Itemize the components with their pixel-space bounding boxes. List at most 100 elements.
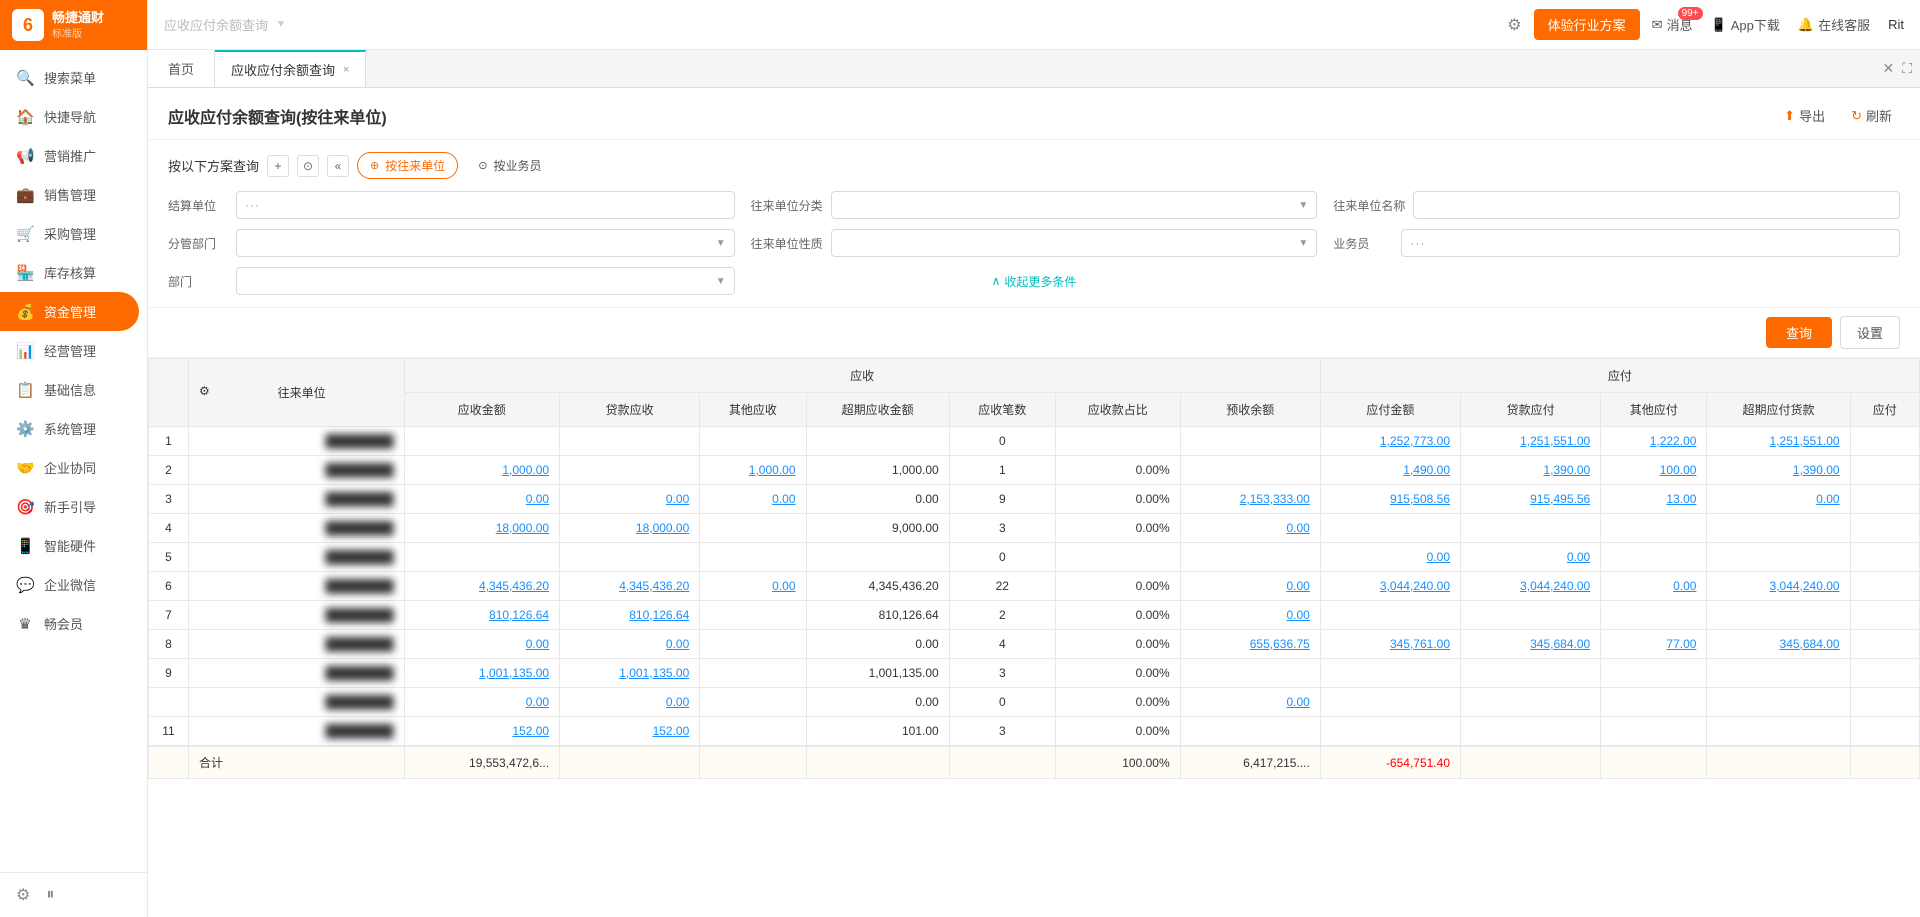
sidebar-item-wechat[interactable]: 💬 企业微信 bbox=[0, 565, 147, 604]
data-table: ⚙ 往来单位 应收 应付 应收金额 贷款应收 其他应收 超期应收金额 应收笔数 … bbox=[148, 358, 1920, 779]
sidebar-item-system[interactable]: ⚙️ 系统管理 bbox=[0, 409, 147, 448]
sidebar-item-label: 资金管理 bbox=[44, 302, 96, 321]
download-icon: 📱 bbox=[1711, 17, 1727, 33]
partner-name-label: 往来单位名称 bbox=[1333, 197, 1405, 214]
sidebar-logo: 6 畅捷通财 标准版 bbox=[0, 0, 147, 50]
nature-label: 往来单位性质 bbox=[751, 235, 823, 252]
partner-name-input[interactable] bbox=[1413, 191, 1900, 219]
scheme-collapse-button[interactable]: « bbox=[327, 155, 349, 177]
collapse-more-conditions-button[interactable]: ∧ 收起更多条件 bbox=[984, 269, 1085, 294]
header-gear-icon[interactable]: ⚙ bbox=[1507, 15, 1521, 35]
th-ar-advance: 预收余额 bbox=[1180, 393, 1320, 427]
operation-icon: 📊 bbox=[16, 342, 34, 360]
table-row: 8████████0.000.000.0040.00%655,636.75345… bbox=[149, 630, 1920, 659]
dept-label: 分管部门 bbox=[168, 235, 228, 252]
breadcrumb: 应收应付余额查询 ▼ bbox=[164, 15, 1495, 34]
sidebar-item-label: 系统管理 bbox=[44, 419, 96, 438]
sidebar-item-label: 经营管理 bbox=[44, 341, 96, 360]
footer-ar-loan bbox=[560, 746, 700, 779]
table-row: 2████████1,000.001,000.001,000.0010.00%1… bbox=[149, 456, 1920, 485]
th-ap-overdue: 超期应付货款 bbox=[1707, 393, 1850, 427]
nature-input[interactable]: ▼ bbox=[831, 229, 1318, 257]
th-partner: ⚙ 往来单位 bbox=[189, 359, 405, 427]
table-row: 1████████01,252,773.001,251,551.001,222.… bbox=[149, 427, 1920, 456]
dept-arrow-icon: ▼ bbox=[716, 238, 726, 249]
tab-active-label: 应收应付余额查询 bbox=[231, 60, 335, 79]
filter-row-2: 分管部门 ▼ 往来单位性质 ▼ 业务员 bbox=[168, 229, 1900, 257]
sidebar-item-label: 智能硬件 bbox=[44, 536, 96, 555]
scheme-salesperson-label: 按业务员 bbox=[493, 157, 541, 174]
sidebar-bottom: ⚙ ⏸ bbox=[0, 872, 147, 917]
sidebar-item-purchase[interactable]: 🛒 采购管理 bbox=[0, 214, 147, 253]
settlement-input[interactable]: ··· bbox=[236, 191, 735, 219]
sidebar-item-label: 库存核算 bbox=[44, 263, 96, 282]
sidebar-item-finance[interactable]: 💰 资金管理 bbox=[0, 292, 139, 331]
scheme-add-button[interactable]: + bbox=[267, 155, 289, 177]
message-icon: ✉ bbox=[1652, 17, 1663, 33]
biz-dept-input[interactable]: ▼ bbox=[236, 267, 735, 295]
sidebar-item-quick-nav[interactable]: 🏠 快捷导航 bbox=[0, 97, 147, 136]
hardware-icon: 📱 bbox=[16, 537, 34, 555]
table-row: 4████████18,000.0018,000.009,000.0030.00… bbox=[149, 514, 1920, 543]
dept-input[interactable]: ▼ bbox=[236, 229, 735, 257]
table-container[interactable]: ⚙ 往来单位 应收 应付 应收金额 贷款应收 其他应收 超期应收金额 应收笔数 … bbox=[148, 358, 1920, 917]
collapse-label: 收起更多条件 bbox=[1004, 273, 1076, 290]
scheme-edit-button[interactable]: ⊙ bbox=[297, 155, 319, 177]
filter-field-partner-name: 往来单位名称 bbox=[1333, 191, 1900, 219]
tab-close-window-icon[interactable]: ✕ bbox=[1882, 60, 1894, 77]
tab-home[interactable]: 首页 bbox=[148, 50, 215, 87]
sidebar-item-basic-info[interactable]: 📋 基础信息 bbox=[0, 370, 147, 409]
sidebar-item-label: 基础信息 bbox=[44, 380, 96, 399]
wechat-icon: 💬 bbox=[16, 576, 34, 594]
tab-active-receivable[interactable]: 应收应付余额查询 × bbox=[215, 50, 366, 87]
marketing-icon: 📢 bbox=[16, 147, 34, 165]
query-button[interactable]: 查询 bbox=[1766, 317, 1832, 348]
scheme-salesperson-item[interactable]: ⊙ 按业务员 bbox=[466, 153, 553, 178]
sidebar-item-label: 新手引导 bbox=[44, 497, 96, 516]
online-service-label: 在线客服 bbox=[1818, 15, 1870, 34]
sidebar-item-guide[interactable]: 🎯 新手引导 bbox=[0, 487, 147, 526]
sidebar-item-marketing[interactable]: 📢 营销推广 bbox=[0, 136, 147, 175]
sidebar-item-cooperation[interactable]: 🤝 企业协同 bbox=[0, 448, 147, 487]
footer-label: 合计 bbox=[189, 746, 405, 779]
salesperson-input[interactable]: ··· bbox=[1401, 229, 1900, 257]
th-num bbox=[149, 359, 189, 427]
sidebar-item-label: 销售管理 bbox=[44, 185, 96, 204]
sidebar-nav: 🔍 搜索菜单 🏠 快捷导航 📢 营销推广 💼 销售管理 🛒 采购管理 🏪 库存核… bbox=[0, 50, 147, 872]
breadcrumb-text: 应收应付余额查询 bbox=[164, 15, 268, 34]
category-label: 往来单位分类 bbox=[751, 197, 823, 214]
user-name[interactable]: Rit bbox=[1888, 17, 1904, 32]
refresh-button[interactable]: ↻ 刷新 bbox=[1843, 102, 1900, 129]
sidebar-item-member[interactable]: ♛ 畅会员 bbox=[0, 604, 147, 643]
category-arrow-icon: ▼ bbox=[1298, 200, 1308, 211]
tab-bar: 首页 应收应付余额查询 × ✕ ⛶ bbox=[148, 50, 1920, 88]
sidebar-item-operation[interactable]: 📊 经营管理 bbox=[0, 331, 147, 370]
table-row: 5████████00.000.00 bbox=[149, 543, 1920, 572]
th-ap-extra: 应付 bbox=[1850, 393, 1919, 427]
tab-home-label: 首页 bbox=[168, 59, 194, 78]
settings-button[interactable]: 设置 bbox=[1840, 316, 1900, 349]
sidebar-item-hardware[interactable]: 📱 智能硬件 bbox=[0, 526, 147, 565]
messages-button[interactable]: ✉ 消息 99+ bbox=[1652, 15, 1693, 34]
biz-dept-arrow-icon: ▼ bbox=[716, 276, 726, 287]
collapse-sidebar-icon[interactable]: ⏸ bbox=[46, 886, 54, 904]
table-row: 9████████1,001,135.001,001,135.001,001,1… bbox=[149, 659, 1920, 688]
online-service-button[interactable]: 🔔 在线客服 bbox=[1798, 15, 1870, 34]
footer-ar-total: 19,553,472,6... bbox=[404, 746, 560, 779]
category-input[interactable]: ▼ bbox=[831, 191, 1318, 219]
scheme-label: 按以下方案查询 bbox=[168, 156, 259, 175]
filter-field-category: 往来单位分类 ▼ bbox=[751, 191, 1318, 219]
app-download-button[interactable]: 📱 App下载 bbox=[1711, 15, 1780, 34]
system-icon: ⚙️ bbox=[16, 420, 34, 438]
scheme-partner-item[interactable]: ⊕ 按往来单位 bbox=[357, 152, 458, 179]
tab-close-icon[interactable]: × bbox=[343, 64, 349, 76]
promo-button[interactable]: 体验行业方案 bbox=[1534, 9, 1640, 40]
tab-fullscreen-icon[interactable]: ⛶ bbox=[1902, 60, 1912, 77]
sidebar-item-inventory[interactable]: 🏪 库存核算 bbox=[0, 253, 147, 292]
footer-ap-loan bbox=[1461, 746, 1601, 779]
sidebar-item-sales[interactable]: 💼 销售管理 bbox=[0, 175, 147, 214]
settings-bottom-icon[interactable]: ⚙ bbox=[16, 885, 30, 905]
export-button[interactable]: ⬆ 导出 bbox=[1776, 102, 1833, 129]
sidebar-item-search-menu[interactable]: 🔍 搜索菜单 bbox=[0, 58, 147, 97]
scheme-partner-label: 按往来单位 bbox=[385, 157, 445, 174]
